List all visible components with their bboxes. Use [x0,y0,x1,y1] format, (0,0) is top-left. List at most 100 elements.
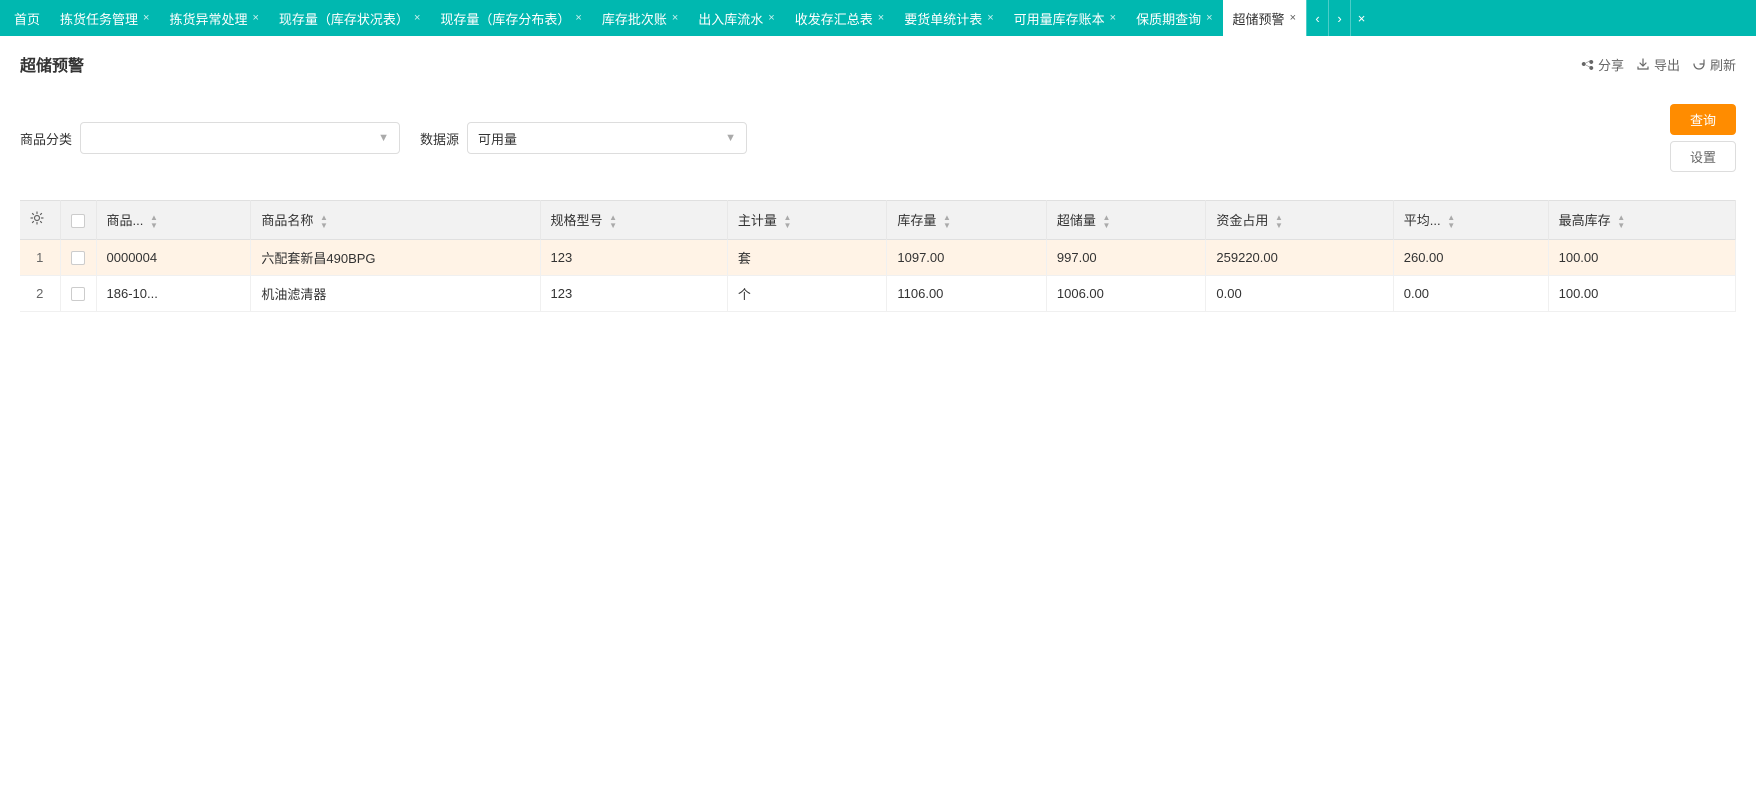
col-product-name[interactable]: 商品名称 ▲▼ [251,201,540,240]
close-icon[interactable]: × [1110,12,1116,24]
gear-icon [30,211,44,225]
category-filter: 商品分类 ▼ [20,122,400,154]
table-header-row: 商品... ▲▼ 商品名称 ▲▼ 规格型号 ▲▼ 主计量 ▲▼ 库存量 ▲▼ [20,201,1736,240]
chevron-down-icon: ▼ [378,132,389,144]
sort-icon: ▲▼ [1103,214,1111,230]
table-select-all-header[interactable] [60,201,96,240]
col-capital[interactable]: 资金占用 ▲▼ [1206,201,1393,240]
nav-home[interactable]: 首页 [4,0,50,36]
close-icon[interactable]: × [575,12,581,24]
cell-overstock: 997.00 [1046,239,1206,275]
close-icon[interactable]: × [878,12,884,24]
col-stock[interactable]: 库存量 ▲▼ [887,201,1047,240]
settings-button[interactable]: 设置 [1670,141,1736,172]
sort-icon: ▲▼ [1447,214,1455,230]
top-navigation: 首页 拣货任务管理 × 拣货异常处理 × 现存量（库存状况表） × 现存量（库存… [0,0,1756,36]
cell-product-name: 机油滤清器 [251,275,540,311]
close-icon[interactable]: × [987,12,993,24]
col-spec[interactable]: 规格型号 ▲▼ [540,201,727,240]
col-product-code[interactable]: 商品... ▲▼ [96,201,251,240]
row-number: 1 [20,239,60,275]
cell-avg: 0.00 [1393,275,1548,311]
datasource-filter: 数据源 可用量 ▼ [420,122,747,154]
page-header: 超储预警 分享 导出 刷新 [20,52,1736,76]
action-buttons: 查询 设置 [1670,104,1736,172]
cell-capital: 259220.00 [1206,239,1393,275]
nav-stock-dist[interactable]: 现存量（库存分布表） × [430,0,591,36]
row-number: 2 [20,275,60,311]
category-select[interactable]: ▼ [80,122,400,154]
sort-icon: ▲▼ [1275,214,1283,230]
cell-overstock: 1006.00 [1046,275,1206,311]
cell-stock: 1106.00 [887,275,1047,311]
nav-expiry[interactable]: 保质期查询 × [1126,0,1222,36]
nav-next-arrow[interactable]: › [1328,0,1350,36]
row-checkbox[interactable] [71,287,85,301]
export-icon [1636,57,1650,71]
cell-spec: 123 [540,239,727,275]
close-icon[interactable]: × [414,12,420,24]
cell-avg: 260.00 [1393,239,1548,275]
close-icon[interactable]: × [252,12,258,24]
cell-product-code: 186-10... [96,275,251,311]
sort-icon: ▲▼ [943,214,951,230]
nav-inout-flow[interactable]: 出入库流水 × [688,0,784,36]
row-checkbox-cell[interactable] [60,275,96,311]
nav-available[interactable]: 可用量库存账本 × [1004,0,1126,36]
nav-summary[interactable]: 收发存汇总表 × [785,0,894,36]
sort-icon: ▲▼ [609,214,617,230]
cell-max-stock: 100.00 [1548,275,1735,311]
col-avg[interactable]: 平均... ▲▼ [1393,201,1548,240]
row-checkbox[interactable] [71,251,85,265]
nav-more-arrow[interactable]: × [1350,0,1372,36]
export-button[interactable]: 导出 [1636,55,1680,74]
category-label: 商品分类 [20,129,72,148]
col-overstock[interactable]: 超储量 ▲▼ [1046,201,1206,240]
cell-unit: 套 [727,239,887,275]
table-settings-header[interactable] [20,201,60,240]
close-icon[interactable]: × [1206,12,1212,24]
share-button[interactable]: 分享 [1580,55,1624,74]
refresh-icon [1692,57,1706,71]
nav-order-stats[interactable]: 要货单统计表 × [894,0,1003,36]
chevron-down-icon: ▼ [725,132,736,144]
sort-icon: ▲▼ [150,214,158,230]
cell-capital: 0.00 [1206,275,1393,311]
nav-prev-arrow[interactable]: ‹ [1306,0,1328,36]
filter-bar: 商品分类 ▼ 数据源 可用量 ▼ 查询 设置 [20,92,1736,184]
query-button[interactable]: 查询 [1670,104,1736,135]
nav-overstock[interactable]: 超储预警 × [1223,0,1306,36]
nav-batch[interactable]: 库存批次账 × [592,0,688,36]
table-row: 1 0000004 六配套新昌490BPG 123 套 1097.00 997.… [20,239,1736,275]
page-actions: 分享 导出 刷新 [1580,55,1736,74]
close-icon[interactable]: × [143,12,149,24]
cell-stock: 1097.00 [887,239,1047,275]
page-title: 超储预警 [20,52,84,76]
select-all-checkbox[interactable] [71,214,85,228]
data-table: 商品... ▲▼ 商品名称 ▲▼ 规格型号 ▲▼ 主计量 ▲▼ 库存量 ▲▼ [20,200,1736,312]
sort-icon: ▲▼ [784,214,792,230]
col-max-stock[interactable]: 最高库存 ▲▼ [1548,201,1735,240]
nav-stock-status[interactable]: 现存量（库存状况表） × [269,0,430,36]
close-icon[interactable]: × [672,12,678,24]
close-icon[interactable]: × [1290,12,1296,24]
close-icon[interactable]: × [768,12,774,24]
row-checkbox-cell[interactable] [60,239,96,275]
nav-exception[interactable]: 拣货异常处理 × [159,0,268,36]
datasource-value: 可用量 [478,129,517,148]
cell-unit: 个 [727,275,887,311]
cell-product-code: 0000004 [96,239,251,275]
share-icon [1580,57,1594,71]
table-row: 2 186-10... 机油滤清器 123 个 1106.00 1006.00 … [20,275,1736,311]
cell-max-stock: 100.00 [1548,239,1735,275]
datasource-select[interactable]: 可用量 ▼ [467,122,747,154]
datasource-label: 数据源 [420,129,459,148]
sort-icon: ▲▼ [1617,214,1625,230]
page-content: 超储预警 分享 导出 刷新 [0,36,1756,800]
refresh-button[interactable]: 刷新 [1692,55,1736,74]
col-unit[interactable]: 主计量 ▲▼ [727,201,887,240]
sort-icon: ▲▼ [320,214,328,230]
nav-task-mgmt[interactable]: 拣货任务管理 × [50,0,159,36]
cell-product-name: 六配套新昌490BPG [251,239,540,275]
cell-spec: 123 [540,275,727,311]
